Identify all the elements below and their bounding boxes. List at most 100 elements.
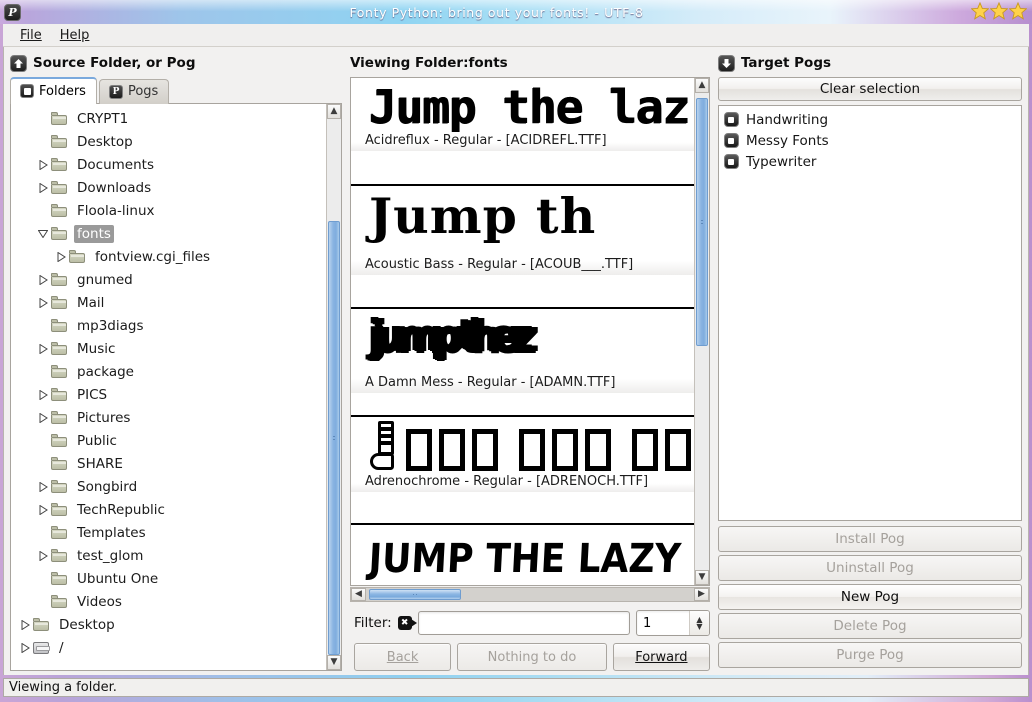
hscroll-track[interactable] — [365, 588, 694, 601]
scroll-down-button[interactable]: ▼ — [694, 570, 709, 585]
tree-item-label: Downloads — [77, 179, 152, 196]
twisty-icon[interactable] — [35, 229, 51, 238]
scroll-left-button[interactable]: ◀ — [350, 588, 366, 601]
font-list-scrollbar[interactable]: ▲ ▼ — [693, 78, 709, 585]
twisty-icon[interactable] — [35, 274, 51, 285]
clear-filter-icon[interactable]: ✖ — [397, 616, 417, 630]
pog-icon: P — [108, 84, 123, 99]
pog-label: Messy Fonts — [745, 132, 829, 149]
scroll-track[interactable] — [694, 93, 709, 570]
scroll-track[interactable] — [326, 119, 341, 655]
font-view-panel: Viewing Folder:fonts Jump the laz Acidre… — [348, 47, 714, 675]
tree-item-documents[interactable]: Documents — [11, 153, 326, 176]
twisty-icon[interactable] — [35, 159, 51, 170]
pog-icon — [723, 154, 739, 169]
folder-tree[interactable]: CRYPT1 Desktop Documents Downloads Floola-li… — [11, 104, 326, 670]
menu-file[interactable]: File — [11, 26, 51, 45]
tree-item-public[interactable]: Public — [11, 429, 326, 452]
tree-item-songbird[interactable]: Songbird — [11, 475, 326, 498]
hscroll-thumb[interactable] — [369, 589, 462, 600]
status-text: Viewing a folder. — [9, 680, 117, 695]
tree-item-[interactable]: / — [11, 636, 326, 659]
twisty-icon[interactable] — [35, 297, 51, 308]
delete-pog-button[interactable]: Delete Pog — [717, 613, 1022, 639]
tree-item-ubuntu-one[interactable]: Ubuntu One — [11, 567, 326, 590]
twisty-icon[interactable] — [35, 504, 51, 515]
font-item[interactable]: Jump th Acoustic Bass - Regular - [ACOUB… — [350, 186, 694, 309]
tree-item-test-glom[interactable]: test_glom — [11, 544, 326, 567]
tree-item-share[interactable]: SHARE — [11, 452, 326, 475]
folder-icon — [51, 365, 69, 378]
pog-list[interactable]: Handwriting Messy Fonts Typewriter — [717, 105, 1022, 521]
font-sample-text: Jump the laz — [368, 80, 690, 132]
page-spinner[interactable]: ▲▼ — [635, 610, 710, 636]
purge-pog-button[interactable]: Purge Pog — [717, 642, 1022, 668]
install-pog-button[interactable]: Install Pog — [717, 526, 1022, 552]
scroll-up-button[interactable]: ▲ — [694, 78, 709, 93]
twisty-icon[interactable] — [35, 412, 51, 423]
tree-item-pictures[interactable]: Pictures — [11, 406, 326, 429]
tree-item-mp3diags[interactable]: mp3diags — [11, 314, 326, 337]
scroll-thumb[interactable] — [695, 97, 708, 346]
list-item[interactable]: Handwriting — [719, 109, 1021, 130]
folder-icon — [51, 572, 69, 585]
tree-item-fonts[interactable]: fonts — [11, 222, 326, 245]
twisty-icon[interactable] — [17, 642, 33, 653]
twisty-icon[interactable] — [35, 389, 51, 400]
page-spinner-input[interactable] — [636, 611, 689, 635]
target-pogs-title: Target Pogs — [740, 55, 832, 71]
menu-help[interactable]: Help — [51, 26, 99, 45]
font-item[interactable]: jump thez A Damn Mess - Regular - [ADAMN… — [350, 309, 694, 417]
tree-item-pics[interactable]: PICS — [11, 383, 326, 406]
folder-icon — [20, 84, 34, 98]
twisty-icon[interactable] — [35, 550, 51, 561]
nothing-to-do-button[interactable]: Nothing to do — [457, 643, 607, 671]
list-item[interactable]: Typewriter — [719, 151, 1021, 172]
tree-item-videos[interactable]: Videos — [11, 590, 326, 613]
twisty-icon[interactable] — [35, 343, 51, 354]
tree-item-floola-linux[interactable]: Floola-linux — [11, 199, 326, 222]
tab-folders[interactable]: Folders — [10, 77, 97, 104]
clear-selection-button[interactable]: Clear selection — [717, 77, 1022, 101]
tree-item-mail[interactable]: Mail — [11, 291, 326, 314]
font-item[interactable]: JUMP THE LAZY D — [350, 525, 694, 585]
scroll-up-button[interactable]: ▲ — [326, 104, 341, 119]
tree-item-label: Videos — [77, 593, 122, 610]
font-list[interactable]: Jump the laz Acidreflux - Regular - [ACI… — [350, 78, 694, 585]
filter-input[interactable] — [417, 611, 630, 635]
glyph-box — [631, 429, 658, 471]
main-content: Source Folder, or Pog Folders P Pogs CRY… — [3, 47, 1029, 675]
tree-item-label: Desktop — [59, 616, 115, 633]
tree-item-crypt1[interactable]: CRYPT1 — [11, 107, 326, 130]
font-item[interactable]: Jump the laz Acidreflux - Regular - [ACI… — [350, 78, 694, 186]
tree-item-fontview-cgi-files[interactable]: fontview.cgi_files — [11, 245, 326, 268]
forward-button[interactable]: Forward — [612, 643, 710, 671]
pog-label: Typewriter — [745, 153, 817, 170]
scroll-down-button[interactable]: ▼ — [326, 655, 341, 670]
twisty-icon[interactable] — [35, 481, 51, 492]
tree-item-desktop[interactable]: Desktop — [11, 130, 326, 153]
tree-item-gnumed[interactable]: gnumed — [11, 268, 326, 291]
font-item[interactable]: Adrenochrome - Regular - [ADRENOCH.TTF] — [350, 417, 694, 525]
tree-item-templates[interactable]: Templates — [11, 521, 326, 544]
tab-pogs-label: Pogs — [127, 84, 159, 99]
tree-item-desktop[interactable]: Desktop — [11, 613, 326, 636]
twisty-icon[interactable] — [17, 619, 33, 630]
scroll-right-button[interactable]: ▶ — [693, 588, 709, 601]
scroll-thumb[interactable] — [327, 220, 340, 655]
twisty-icon[interactable] — [53, 251, 69, 262]
list-item[interactable]: Messy Fonts — [719, 130, 1021, 151]
folder-tree-scrollbar[interactable]: ▲ ▼ — [325, 104, 341, 670]
uninstall-pog-button[interactable]: Uninstall Pog — [717, 555, 1022, 581]
tree-item-music[interactable]: Music — [11, 337, 326, 360]
tree-item-techrepublic[interactable]: TechRepublic — [11, 498, 326, 521]
tab-pogs[interactable]: P Pogs — [98, 79, 170, 104]
new-pog-button[interactable]: New Pog — [717, 584, 1022, 610]
back-button[interactable]: Back — [353, 643, 452, 671]
font-list-hscrollbar[interactable]: ◀ ▶ — [349, 587, 710, 602]
tree-item-package[interactable]: package — [11, 360, 326, 383]
twisty-icon[interactable] — [35, 182, 51, 193]
spinner-arrows[interactable]: ▲ ▼ — [688, 611, 709, 635]
tree-item-downloads[interactable]: Downloads — [11, 176, 326, 199]
folder-icon — [51, 227, 69, 240]
